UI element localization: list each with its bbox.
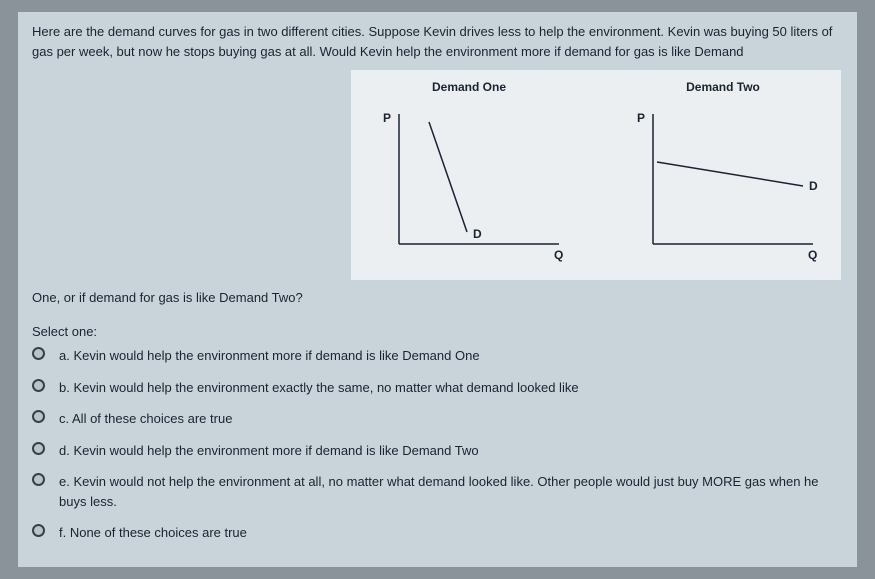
question-continuation: One, or if demand for gas is like Demand… xyxy=(32,290,303,305)
options-list: a. Kevin would help the environment more… xyxy=(32,346,839,555)
chart-demand-one: Demand One P Q D xyxy=(369,80,569,270)
question-paragraph: Here are the demand curves for gas in tw… xyxy=(32,22,843,61)
radio-e[interactable] xyxy=(32,473,45,486)
chart-two-svg: P Q D xyxy=(623,104,823,264)
option-d-row[interactable]: d. Kevin would help the environment more… xyxy=(32,441,839,461)
option-d-text: d. Kevin would help the environment more… xyxy=(59,441,479,461)
radio-f[interactable] xyxy=(32,524,45,537)
chart-one-series-label: D xyxy=(473,227,482,241)
radio-a[interactable] xyxy=(32,347,45,360)
chart-two-ylabel: P xyxy=(637,111,645,125)
option-f-text: f. None of these choices are true xyxy=(59,523,247,543)
option-e-text: e. Kevin would not help the environment … xyxy=(59,472,839,511)
chart-two-title: Demand Two xyxy=(686,80,760,94)
option-f-row[interactable]: f. None of these choices are true xyxy=(32,523,839,543)
chart-two-xlabel: Q xyxy=(808,248,817,262)
question-card: Here are the demand curves for gas in tw… xyxy=(18,12,857,567)
radio-c[interactable] xyxy=(32,410,45,423)
radio-d[interactable] xyxy=(32,442,45,455)
option-a-text: a. Kevin would help the environment more… xyxy=(59,346,480,366)
chart-one-svg: P Q D xyxy=(369,104,569,264)
chart-one-ylabel: P xyxy=(383,111,391,125)
select-one-label: Select one: xyxy=(32,324,97,339)
charts-panel: Demand One P Q D Demand Two P Q D xyxy=(351,70,841,280)
option-b-text: b. Kevin would help the environment exac… xyxy=(59,378,579,398)
option-c-row[interactable]: c. All of these choices are true xyxy=(32,409,839,429)
option-b-row[interactable]: b. Kevin would help the environment exac… xyxy=(32,378,839,398)
chart-two-series-label: D xyxy=(809,179,818,193)
radio-b[interactable] xyxy=(32,379,45,392)
option-a-row[interactable]: a. Kevin would help the environment more… xyxy=(32,346,839,366)
chart-one-xlabel: Q xyxy=(554,248,563,262)
option-c-text: c. All of these choices are true xyxy=(59,409,232,429)
option-e-row[interactable]: e. Kevin would not help the environment … xyxy=(32,472,839,511)
chart-demand-two: Demand Two P Q D xyxy=(623,80,823,270)
chart-one-title: Demand One xyxy=(432,80,506,94)
